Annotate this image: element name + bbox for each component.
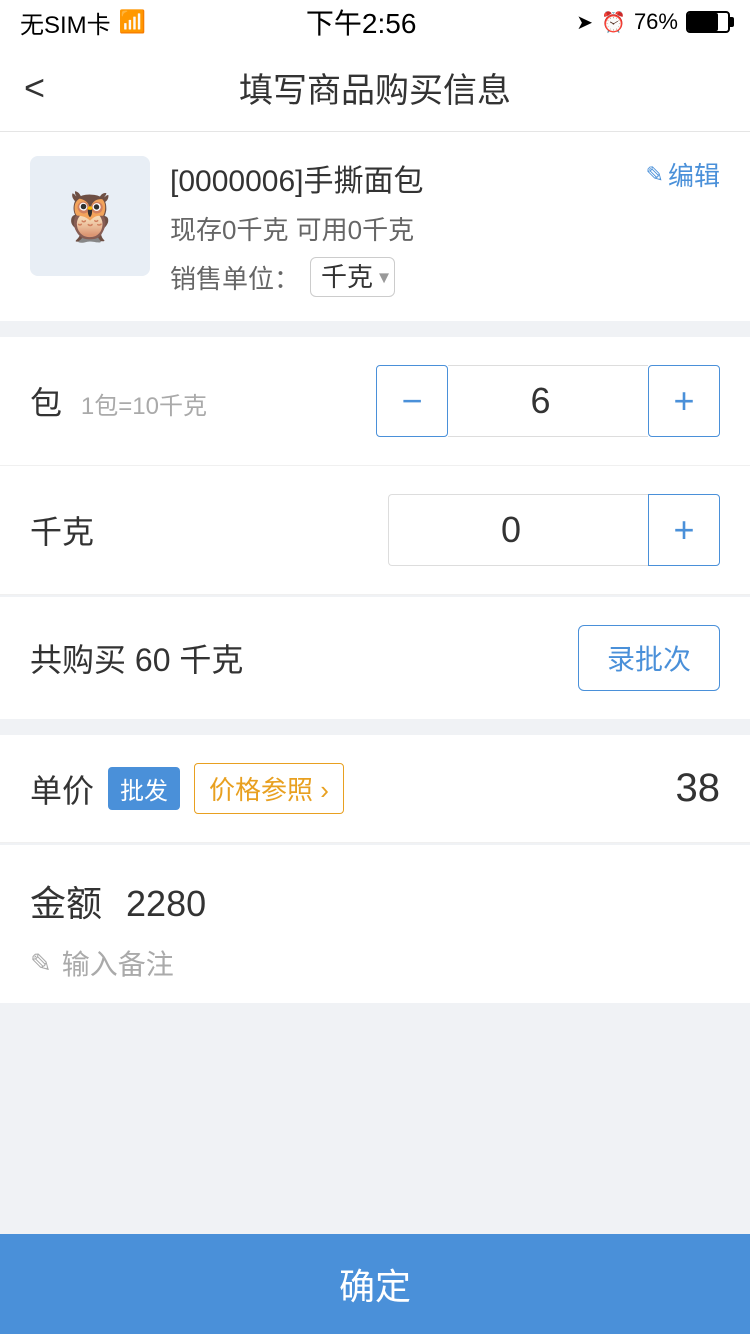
status-right: ➤ ⏰ 76% xyxy=(576,9,730,35)
confirm-button[interactable]: 确定 xyxy=(0,1234,750,1334)
package-hint: 1包=10千克 xyxy=(81,393,207,420)
total-section: 共购买 60 千克 录批次 xyxy=(0,597,750,719)
total-text: 共购买 60 千克 xyxy=(30,635,243,681)
status-bar: 无SIM卡 📶 下午2:56 ➤ ⏰ 76% xyxy=(0,0,750,44)
amount-row: 金额 2280 xyxy=(30,875,720,927)
package-increment-button[interactable]: + xyxy=(648,365,720,437)
location-icon: ➤ xyxy=(576,10,593,35)
pencil-icon: ✎ xyxy=(30,948,52,979)
status-left: 无SIM卡 📶 xyxy=(20,5,146,40)
input-section: 包 1包=10千克 − + 千克 + xyxy=(0,337,750,595)
edit-icon: ✎ xyxy=(646,162,664,188)
product-image: 🦉 xyxy=(30,156,150,276)
product-name: [0000006]手撕面包 xyxy=(170,156,423,200)
wifi-icon: 📶 xyxy=(119,9,146,35)
product-stock: 现存0千克 可用0千克 xyxy=(170,210,720,247)
product-logo: 🦉 xyxy=(60,188,120,245)
amount-section: 金额 2280 ✎ 输入备注 xyxy=(0,845,750,1003)
unit-select[interactable]: 千克 包 xyxy=(310,257,395,297)
amount-label: 金额 xyxy=(30,883,102,924)
time-label: 下午2:56 xyxy=(306,2,417,42)
amount-note-row[interactable]: ✎ 输入备注 xyxy=(30,943,720,983)
kg-input[interactable] xyxy=(388,494,648,566)
battery-icon xyxy=(686,11,730,33)
price-tag: 批发 xyxy=(108,767,180,810)
battery-percent: 76% xyxy=(634,9,678,35)
package-row: 包 1包=10千克 − + xyxy=(0,337,750,466)
page-title: 填写商品购买信息 xyxy=(239,63,511,112)
package-input[interactable] xyxy=(448,365,648,437)
package-decrement-button[interactable]: − xyxy=(376,365,448,437)
unit-label: 销售单位： xyxy=(170,259,300,296)
kg-row: 千克 + xyxy=(0,466,750,595)
package-stepper: − + xyxy=(376,365,720,437)
product-section: 🦉 [0000006]手撕面包 ✎ 编辑 现存0千克 可用0千克 销售单位： 千… xyxy=(0,132,750,321)
kg-increment-button[interactable]: + xyxy=(648,494,720,566)
price-value: 38 xyxy=(676,766,721,811)
package-label: 包 1包=10千克 xyxy=(30,378,376,424)
nav-bar: < 填写商品购买信息 xyxy=(0,44,750,132)
carrier-label: 无SIM卡 xyxy=(20,5,111,40)
edit-button[interactable]: ✎ 编辑 xyxy=(646,156,720,193)
amount-value: 2280 xyxy=(126,883,206,924)
note-placeholder[interactable]: 输入备注 xyxy=(62,943,174,983)
kg-label: 千克 xyxy=(30,507,388,553)
price-label: 单价 xyxy=(30,766,94,812)
product-unit-row: 销售单位： 千克 包 xyxy=(170,257,720,297)
back-button[interactable]: < xyxy=(24,67,45,109)
edit-label: 编辑 xyxy=(668,156,720,193)
product-info: [0000006]手撕面包 ✎ 编辑 现存0千克 可用0千克 销售单位： 千克 … xyxy=(170,156,720,297)
price-ref-button[interactable]: 价格参照 › xyxy=(194,763,344,814)
kg-stepper: + xyxy=(388,494,720,566)
price-left: 单价 批发 价格参照 › xyxy=(30,763,344,814)
alarm-icon: ⏰ xyxy=(601,10,626,35)
batch-button[interactable]: 录批次 xyxy=(578,625,720,691)
price-section: 单价 批发 价格参照 › 38 xyxy=(0,735,750,843)
unit-select-wrap[interactable]: 千克 包 xyxy=(310,257,395,297)
